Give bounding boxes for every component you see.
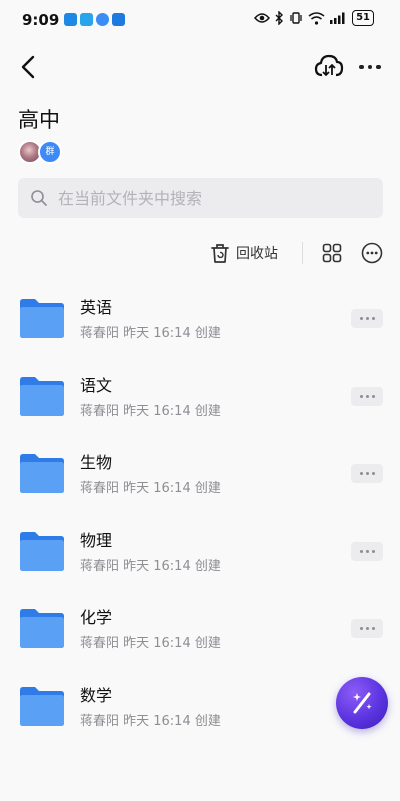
eye-icon <box>254 13 271 23</box>
more-options-button[interactable] <box>354 53 386 81</box>
folder-meta: 蒋春阳 昨天 16:14 创建 <box>80 636 221 651</box>
magic-wand-icon <box>353 692 372 714</box>
folder-icon <box>20 686 64 726</box>
more-horizontal-icon <box>359 394 363 398</box>
folder-more-button[interactable] <box>351 541 383 561</box>
folder-meta: 蒋春阳 昨天 16:14 创建 <box>80 481 221 496</box>
folder-name: 生物 <box>80 453 113 472</box>
folder-more-button[interactable] <box>351 464 383 483</box>
grid-view-button[interactable] <box>322 243 342 263</box>
folder-more-button[interactable] <box>351 386 383 406</box>
folder-icon <box>20 376 64 416</box>
folder-row[interactable]: 语文 蒋春阳 昨天 16:14 创建 <box>0 358 400 436</box>
folder-name: 数学 <box>80 685 113 705</box>
grid-view-icon <box>322 243 342 263</box>
recycle-bin-label: 回收站 <box>236 246 278 262</box>
status-app-icon <box>96 13 109 26</box>
search-icon <box>31 190 47 206</box>
folder-more-button[interactable] <box>351 309 383 328</box>
status-time: 9:09 <box>22 11 60 29</box>
folder-more-button[interactable] <box>351 619 383 638</box>
folder-icon <box>20 531 64 571</box>
toolbar-more-button[interactable] <box>361 242 383 264</box>
more-horizontal-icon <box>359 549 363 553</box>
folder-row[interactable]: 物理 蒋春阳 昨天 16:14 创建 <box>0 513 400 591</box>
toolbar-divider <box>302 242 303 264</box>
folder-name: 化学 <box>80 608 113 627</box>
folder-meta: 蒋春阳 昨天 16:14 创建 <box>80 403 221 419</box>
folder-row[interactable]: 英语 蒋春阳 昨天 16:14 创建 <box>0 280 400 358</box>
folder-name: 物理 <box>80 530 113 550</box>
folder-row[interactable]: 化学 蒋春阳 昨天 16:14 创建 <box>0 590 400 668</box>
group-badge[interactable]: 群 <box>38 140 62 164</box>
more-circle-icon <box>361 242 383 264</box>
page-title: 高中 <box>18 108 60 132</box>
search-input[interactable] <box>58 188 358 208</box>
wifi-icon <box>308 11 325 25</box>
folder-icon <box>20 609 64 648</box>
battery-indicator: 51 <box>352 10 374 26</box>
cloud-transfer-button[interactable] <box>314 53 344 81</box>
cloud-transfer-icon <box>314 54 344 77</box>
folder-row[interactable]: 生物 蒋春阳 昨天 16:14 创建 <box>0 435 400 513</box>
status-indicators: 51 <box>254 10 374 26</box>
more-horizontal-icon <box>359 317 363 320</box>
folder-name: 英语 <box>80 298 113 317</box>
status-app-icon <box>64 13 77 26</box>
more-horizontal-icon <box>359 472 363 475</box>
status-bar: 9:09 51 <box>0 0 400 40</box>
folder-icon <box>20 299 64 338</box>
folder-list: 英语 蒋春阳 昨天 16:14 创建 语文 蒋春阳 昨天 16:14 创建 生物… <box>0 280 400 745</box>
recycle-bin-icon <box>211 244 229 263</box>
folder-name: 语文 <box>80 375 113 395</box>
status-app-icon <box>80 13 93 26</box>
chevron-left-icon <box>21 55 35 79</box>
bluetooth-icon <box>275 11 284 25</box>
vibrate-icon <box>290 12 302 24</box>
folder-meta: 蒋春阳 昨天 16:14 创建 <box>80 558 221 574</box>
more-horizontal-icon <box>359 64 364 70</box>
recycle-bin-button[interactable]: 回收站 <box>210 240 278 266</box>
back-button[interactable] <box>14 52 42 82</box>
folder-meta: 蒋春阳 昨天 16:14 创建 <box>80 713 221 729</box>
search-bar[interactable] <box>18 178 383 218</box>
signal-icon <box>330 12 345 24</box>
more-horizontal-icon <box>359 627 363 630</box>
folder-icon <box>20 454 64 493</box>
folder-meta: 蒋春阳 昨天 16:14 创建 <box>80 326 221 341</box>
status-app-icon <box>112 13 125 26</box>
ai-assistant-button[interactable] <box>336 677 388 729</box>
